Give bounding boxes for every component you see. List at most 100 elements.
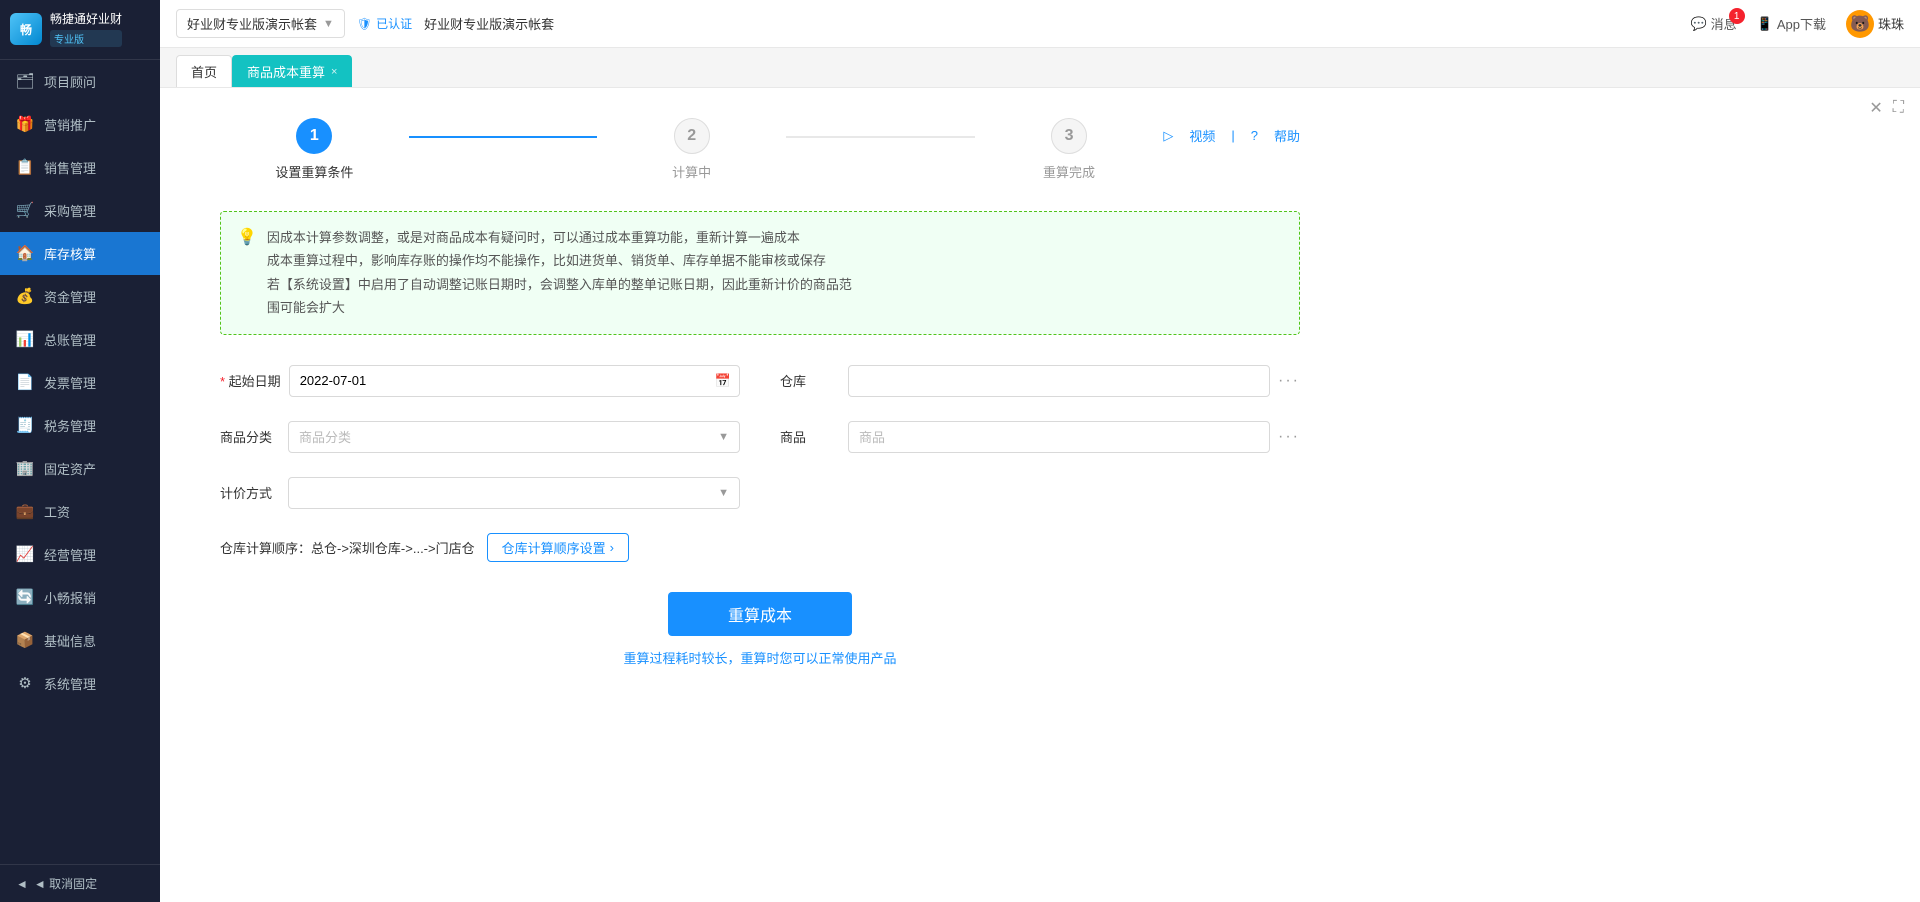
separator: | xyxy=(1231,128,1234,143)
unpin-icon: ◄ xyxy=(16,877,28,891)
video-label[interactable]: 视频 xyxy=(1189,126,1215,145)
finance-icon: 💰 xyxy=(16,287,34,305)
tab-close-icon[interactable]: × xyxy=(331,66,337,78)
submit-button[interactable]: 重算成本 xyxy=(668,592,852,636)
steps-section: 1 设置重算条件 2 计算中 3 xyxy=(220,118,1300,181)
calendar-icon[interactable]: 📅 xyxy=(707,373,739,389)
sidebar-item-purchase[interactable]: 🛒 采购管理 xyxy=(0,189,160,232)
content-inner: 1 设置重算条件 2 计算中 3 xyxy=(160,88,1360,697)
submit-hint: 重算过程耗时较长，重算时您可以正常使用产品 xyxy=(623,648,896,667)
warehouse-seq-btn-label: 仓库计算顺序设置 xyxy=(502,538,606,557)
category-label: 商品分类 xyxy=(220,427,280,446)
warehouse-input[interactable] xyxy=(848,365,1270,397)
tab-home-label: 首页 xyxy=(191,62,217,81)
user-menu[interactable]: 🐻 珠珠 xyxy=(1846,10,1904,38)
avatar: 🐻 xyxy=(1846,10,1874,38)
tab-home[interactable]: 首页 xyxy=(176,55,232,87)
sidebar-item-label: 资金管理 xyxy=(44,287,96,306)
step-1: 1 设置重算条件 xyxy=(220,118,409,181)
sidebar-item-label: 总账管理 xyxy=(44,330,96,349)
sidebar-item-label: 小畅报销 xyxy=(44,588,96,607)
goods-placeholder: 商品 xyxy=(859,427,885,446)
tabs-bar: 首页 商品成本重算 × xyxy=(160,48,1920,88)
form-row-1: 起始日期 📅 仓库 ··· xyxy=(220,365,1300,397)
start-date-label: 起始日期 xyxy=(220,371,281,390)
notice-box: 💡 因成本计算参数调整，或是对商品成本有疑问时，可以通过成本重算功能，重新计算一… xyxy=(220,211,1300,335)
username-label: 珠珠 xyxy=(1878,14,1904,33)
company-selector-text: 好业财专业版演示帐套 xyxy=(187,14,317,33)
mobile-icon: 📱 xyxy=(1757,16,1773,32)
verified-text: 已认证 xyxy=(376,15,412,32)
sidebar-item-accounting[interactable]: 📊 总账管理 xyxy=(0,318,160,361)
sidebar-item-invoice[interactable]: 📄 发票管理 xyxy=(0,361,160,404)
main-area: 好业财专业版演示帐套 ▼ 🛡 已认证 好业财专业版演示帐套 💬 消息 1 📱 A… xyxy=(160,0,1920,902)
sidebar: 畅 畅捷通好业财 专业版 🗂 项目顾问 🎁 营销推广 📋 销售管理 🛒 采购管理… xyxy=(0,0,160,902)
message-button[interactable]: 💬 消息 1 xyxy=(1690,14,1736,33)
close-button[interactable]: ✕ xyxy=(1869,98,1882,118)
chevron-right-icon: › xyxy=(610,540,614,555)
tab-recalculate[interactable]: 商品成本重算 × xyxy=(232,55,352,87)
help-buttons: ▷ 视频 | ? 帮助 xyxy=(1163,118,1300,145)
submit-btn-label: 重算成本 xyxy=(728,608,792,625)
topbar: 好业财专业版演示帐套 ▼ 🛡 已认证 好业财专业版演示帐套 💬 消息 1 📱 A… xyxy=(160,0,1920,48)
sidebar-item-label: 采购管理 xyxy=(44,201,96,220)
notice-line4: 围可能会扩大 xyxy=(267,296,852,319)
video-icon: ▷ xyxy=(1163,128,1173,144)
sidebar-item-sales[interactable]: 📋 销售管理 xyxy=(0,146,160,189)
warehouse-field: 仓库 ··· xyxy=(780,365,1300,397)
sidebar-item-label: 销售管理 xyxy=(44,158,96,177)
chevron-down-icon: ▼ xyxy=(718,431,729,443)
start-date-input-wrapper[interactable]: 📅 xyxy=(289,365,740,397)
sidebar-nav: 🗂 项目顾问 🎁 营销推广 📋 销售管理 🛒 采购管理 🏠 库存核算 💰 资金管… xyxy=(0,60,160,864)
goods-more-icon[interactable]: ··· xyxy=(1278,428,1300,446)
app-download-label: App下载 xyxy=(1777,14,1826,33)
notice-line1: 因成本计算参数调整，或是对商品成本有疑问时，可以通过成本重算功能，重新计算一遍成… xyxy=(267,226,852,249)
step-1-circle: 1 xyxy=(296,118,332,154)
step-line-1 xyxy=(409,136,598,138)
notice-line3: 若【系统设置】中启用了自动调整记账日期时，会调整入库单的整单记账日期，因此重新计… xyxy=(267,273,852,296)
warehouse-more-icon[interactable]: ··· xyxy=(1278,372,1300,390)
step-3-number: 3 xyxy=(1065,127,1074,145)
sidebar-item-salary[interactable]: 💼 工资 xyxy=(0,490,160,533)
submit-area: 重算成本 重算过程耗时较长，重算时您可以正常使用产品 xyxy=(220,592,1300,667)
sidebar-item-label: 税务管理 xyxy=(44,416,96,435)
sidebar-item-inventory[interactable]: 🏠 库存核算 xyxy=(0,232,160,275)
help-label[interactable]: 帮助 xyxy=(1274,126,1300,145)
warehouse-seq-button[interactable]: 仓库计算顺序设置 › xyxy=(487,533,629,562)
step-2: 2 计算中 xyxy=(597,118,786,181)
sidebar-item-operations[interactable]: 📈 经营管理 xyxy=(0,533,160,576)
inventory-icon: 🏠 xyxy=(16,244,34,262)
sidebar-item-label: 系统管理 xyxy=(44,674,96,693)
sidebar-item-expense[interactable]: 🔄 小畅报销 xyxy=(0,576,160,619)
sidebar-unpin-button[interactable]: ◄ ◄ 取消固定 xyxy=(0,864,160,902)
invoice-icon: 📄 xyxy=(16,373,34,391)
step-3: 3 重算完成 xyxy=(975,118,1164,181)
goods-input[interactable]: 商品 xyxy=(848,421,1270,453)
pricing-field: 计价方式 ▼ xyxy=(220,477,740,509)
sidebar-item-finance[interactable]: 💰 资金管理 xyxy=(0,275,160,318)
sidebar-item-basic[interactable]: 📦 基础信息 xyxy=(0,619,160,662)
unpin-label: ◄ 取消固定 xyxy=(34,875,97,892)
project-icon: 🗂 xyxy=(16,72,34,90)
sidebar-item-tax[interactable]: 🧾 税务管理 xyxy=(0,404,160,447)
app-download-button[interactable]: 📱 App下载 xyxy=(1757,14,1826,33)
goods-label: 商品 xyxy=(780,427,840,446)
company-selector[interactable]: 好业财专业版演示帐套 ▼ xyxy=(176,9,345,38)
sidebar-item-system[interactable]: ⚙ 系统管理 xyxy=(0,662,160,705)
sidebar-brand-name: 畅捷通好业财 xyxy=(50,12,122,28)
sidebar-item-marketing[interactable]: 🎁 营销推广 xyxy=(0,103,160,146)
step-1-label: 设置重算条件 xyxy=(275,162,353,181)
start-date-field: 起始日期 📅 xyxy=(220,365,740,397)
sidebar-brand-info: 畅捷通好业财 专业版 xyxy=(50,12,122,47)
form-row-3: 计价方式 ▼ xyxy=(220,477,1300,509)
maximize-button[interactable]: ⛶ xyxy=(1893,99,1904,117)
verified-badge: 🛡 已认证 xyxy=(357,15,412,32)
sidebar-item-label: 固定资产 xyxy=(44,459,96,478)
sidebar-item-assets[interactable]: 🏢 固定资产 xyxy=(0,447,160,490)
category-placeholder: 商品分类 xyxy=(299,427,714,446)
pricing-select[interactable]: ▼ xyxy=(288,477,740,509)
sidebar-item-project[interactable]: 🗂 项目顾问 xyxy=(0,60,160,103)
salary-icon: 💼 xyxy=(16,502,34,520)
category-select[interactable]: 商品分类 ▼ xyxy=(288,421,740,453)
start-date-input[interactable] xyxy=(290,373,707,388)
